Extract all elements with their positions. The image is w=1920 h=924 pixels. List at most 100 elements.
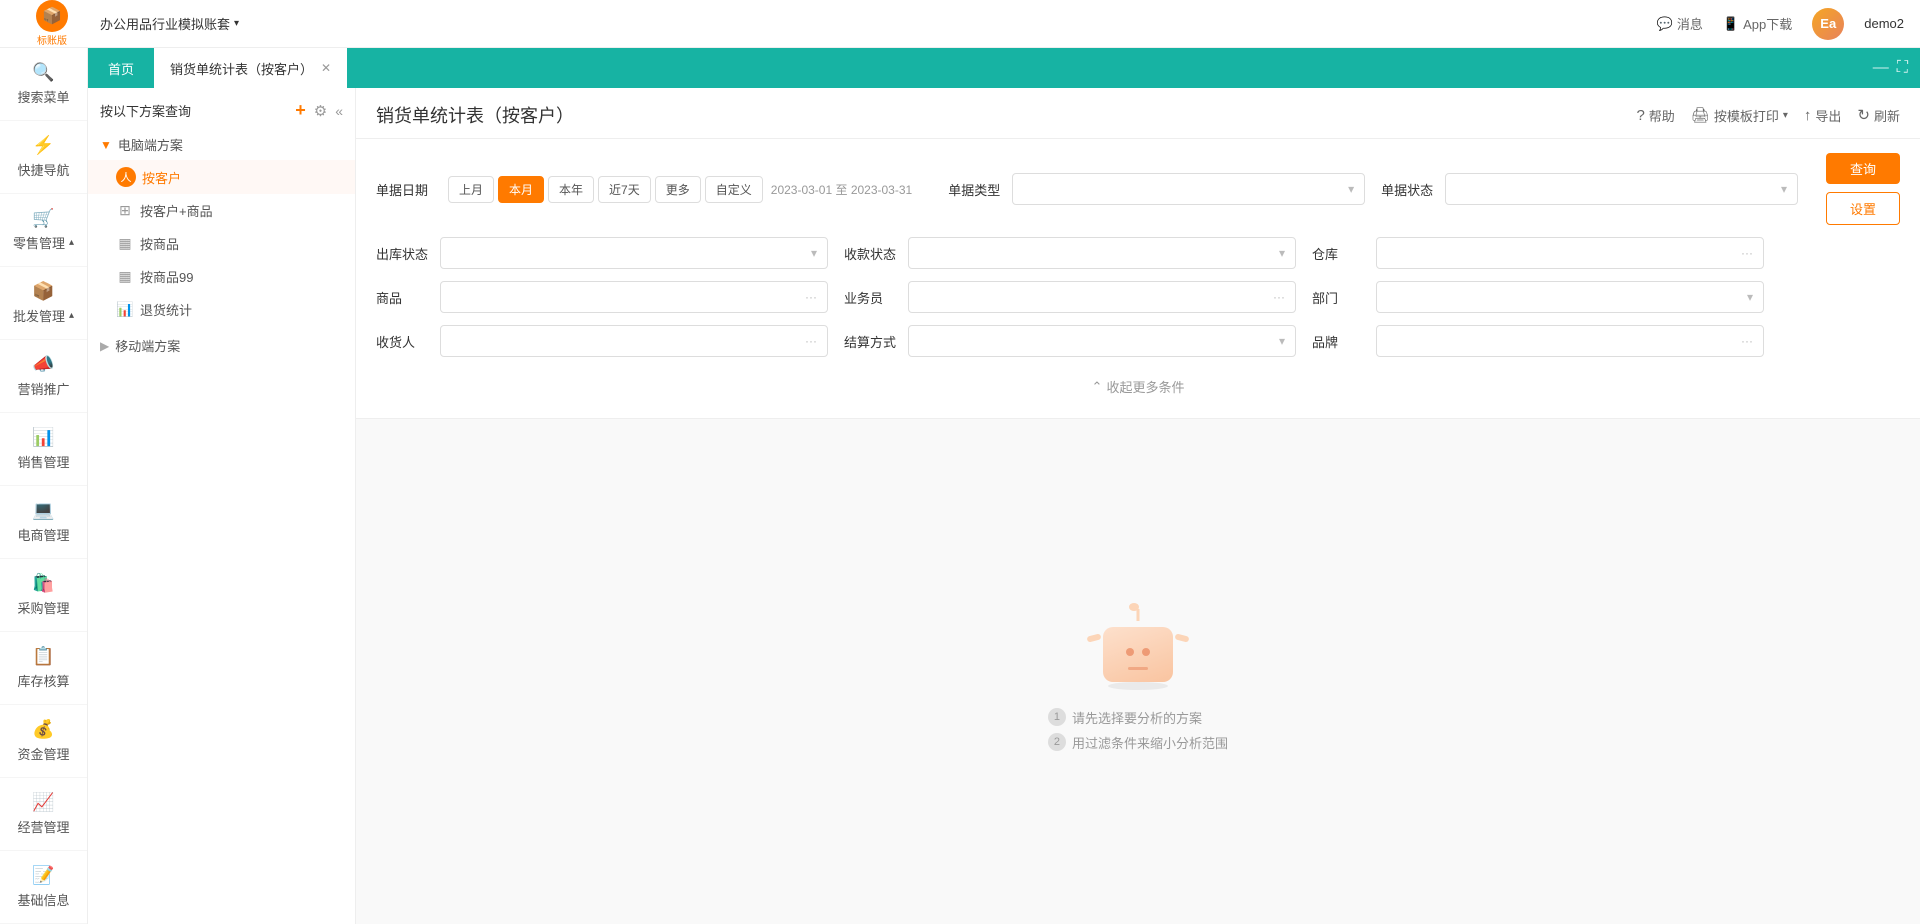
scheme-item-by-customer[interactable]: 人 按客户 (88, 160, 355, 194)
top-bar-right: 💬 消息 📱 App下载 Ea demo2 (1657, 8, 1904, 40)
mobile-group-header[interactable]: ▶ 移动端方案 (88, 330, 355, 361)
goods-label: 商品 (376, 288, 432, 307)
payment-select[interactable]: ▾ (908, 325, 1296, 357)
add-scheme-button[interactable]: + (295, 100, 306, 121)
sidebar-item-purchase[interactable]: 🛍️ 采购管理 (0, 559, 87, 632)
message-icon: 💬 (1657, 16, 1673, 32)
template-print-dropdown-icon: ▾ (1783, 110, 1788, 121)
dept-select[interactable]: ▾ (1376, 281, 1764, 313)
message-action[interactable]: 💬 消息 (1657, 14, 1703, 33)
finance-icon: 💰 (32, 719, 54, 740)
filter-collapse-btn[interactable]: ⌃ 收起更多条件 (376, 369, 1900, 404)
filter-area: 单据日期 上月 本月 本年 近7天 更多 自定义 2023-03-01 至 20… (356, 139, 1920, 419)
sidebar-item-search-menu[interactable]: 🔍 搜索菜单 (0, 48, 87, 121)
status-select-arrow: ▾ (1781, 182, 1787, 196)
collapse-arrow-icon: ⌃ (1092, 379, 1103, 395)
scheme-item-by-goods[interactable]: ▦ 按商品 (88, 227, 355, 260)
left-panel-actions: + ⚙ « (295, 100, 343, 121)
date-btn-this-year[interactable]: 本年 (548, 176, 594, 203)
sidebar-item-inventory[interactable]: 📋 库存核算 (0, 632, 87, 705)
hint-text-2: 用过滤条件来缩小分析范围 (1072, 733, 1228, 752)
content-area: 首页 销货单统计表（按客户） ✕ — ⛶ 按以下方案查询 (88, 48, 1920, 924)
sidebar-item-finance[interactable]: 💰 资金管理 (0, 705, 87, 778)
minimize-icon[interactable]: — (1873, 59, 1889, 77)
avatar[interactable]: Ea (1812, 8, 1844, 40)
quick-nav-icon: ⚡ (32, 135, 54, 156)
scheme-item-by-customer-goods[interactable]: ⊞ 按客户+商品 (88, 194, 355, 227)
brand-group: 品牌 ··· (1312, 325, 1764, 357)
industry-label: 办公用品行业模拟账套 (100, 14, 230, 33)
export-icon: ↑ (1804, 107, 1812, 124)
sidebar-item-wholesale[interactable]: 📦 批发管理 ▴ (0, 267, 87, 340)
date-group: 上月 本月 本年 近7天 更多 自定义 2023-03-01 至 2023-03… (448, 176, 912, 203)
scheme-item-label: 按商品 (140, 234, 179, 253)
date-range-text: 2023-03-01 至 2023-03-31 (771, 181, 912, 198)
date-btn-last-7[interactable]: 近7天 (598, 176, 651, 203)
logo-text: 标账版 (37, 32, 67, 47)
mobile-group-label: 移动端方案 (115, 336, 180, 355)
date-btn-this-month[interactable]: 本月 (498, 176, 544, 203)
pc-group-chevron: ▼ (100, 138, 112, 152)
maximize-icon[interactable]: ⛶ (1897, 59, 1908, 77)
app-download-icon: 📱 (1723, 16, 1739, 32)
sidebar: 🔍 搜索菜单 ⚡ 快捷导航 🛒 零售管理 ▴ 📦 批发管理 ▴ 📣 营销推广 (0, 48, 88, 924)
scheme-item-return-stats[interactable]: 📊 退货统计 (88, 293, 355, 326)
tab-sales-stats[interactable]: 销货单统计表（按客户） ✕ (154, 48, 347, 88)
mobile-group-chevron: ▶ (100, 339, 109, 353)
type-label: 单据类型 (948, 180, 1004, 199)
type-select[interactable]: ▾ (1012, 173, 1365, 205)
date-btn-last-month[interactable]: 上月 (448, 176, 494, 203)
help-label: 帮助 (1649, 106, 1675, 125)
sidebar-item-marketing[interactable]: 📣 营销推广 (0, 340, 87, 413)
mobile-scheme-group: ▶ 移动端方案 (88, 330, 355, 361)
filter-row-3: 商品 ··· 业务员 ··· (376, 281, 1900, 313)
goods-select[interactable]: ··· (440, 281, 828, 313)
status-label: 单据状态 (1381, 180, 1437, 199)
payment-label: 结算方式 (844, 332, 900, 351)
help-button[interactable]: ? 帮助 (1636, 106, 1674, 125)
staff-select[interactable]: ··· (908, 281, 1296, 313)
hint-num-2: 2 (1048, 733, 1066, 751)
tab-home[interactable]: 首页 (88, 48, 154, 88)
right-content: 销货单统计表（按客户） ? 帮助 🖨 按模板打印 ▾ (356, 88, 1920, 924)
hint-text-1: 请先选择要分析的方案 (1072, 708, 1202, 727)
sidebar-item-quick-nav[interactable]: ⚡ 快捷导航 (0, 121, 87, 194)
sidebar-item-ecommerce[interactable]: 💻 电商管理 (0, 486, 87, 559)
by-customer-icon: 人 (116, 167, 136, 187)
settings-button[interactable]: 设置 (1826, 192, 1900, 225)
refresh-button[interactable]: ↻ 刷新 (1857, 106, 1900, 125)
goods-more-icon: ··· (805, 290, 817, 304)
scheme-item-label: 按客户 (142, 168, 181, 187)
sidebar-item-operations[interactable]: 📈 经营管理 (0, 778, 87, 851)
dept-select-arrow: ▾ (1747, 290, 1753, 304)
date-btn-more[interactable]: 更多 (655, 176, 701, 203)
tab-close-icon[interactable]: ✕ (321, 61, 331, 75)
help-icon: ? (1636, 107, 1644, 124)
collapse-panel-icon[interactable]: « (335, 103, 343, 119)
industry-selector[interactable]: 办公用品行业模拟账套 ▾ (100, 14, 239, 33)
settings-scheme-icon[interactable]: ⚙ (314, 102, 327, 120)
template-print-button[interactable]: 🖨 按模板打印 ▾ (1691, 106, 1788, 125)
pc-group-header[interactable]: ▼ 电脑端方案 (88, 129, 355, 160)
query-button[interactable]: 查询 (1826, 153, 1900, 184)
payment-select-arrow: ▾ (1279, 334, 1285, 348)
warehouse-group: 仓库 ··· (1312, 237, 1764, 269)
export-button[interactable]: ↑ 导出 (1804, 106, 1842, 125)
sidebar-item-label: 快捷导航 (17, 160, 69, 179)
warehouse-select[interactable]: ··· (1376, 237, 1764, 269)
receiver-select[interactable]: ··· (440, 325, 828, 357)
sidebar-item-sales[interactable]: 📊 销售管理 (0, 413, 87, 486)
out-status-select[interactable]: ▾ (440, 237, 828, 269)
date-btn-custom[interactable]: 自定义 (705, 176, 763, 203)
brand-select[interactable]: ··· (1376, 325, 1764, 357)
scheme-item-label: 退货统计 (140, 300, 192, 319)
receipt-status-select[interactable]: ▾ (908, 237, 1296, 269)
sidebar-item-basic-info[interactable]: 📝 基础信息 (0, 851, 87, 924)
refresh-icon: ↻ (1857, 106, 1870, 124)
sidebar-item-retail[interactable]: 🛒 零售管理 ▴ (0, 194, 87, 267)
status-select[interactable]: ▾ (1445, 173, 1798, 205)
scheme-item-by-goods-99[interactable]: ▦ 按商品99 (88, 260, 355, 293)
by-goods-99-icon: ▦ (116, 268, 134, 286)
wholesale-label-row: 批发管理 ▴ (13, 306, 74, 325)
app-download-action[interactable]: 📱 App下载 (1723, 14, 1792, 33)
